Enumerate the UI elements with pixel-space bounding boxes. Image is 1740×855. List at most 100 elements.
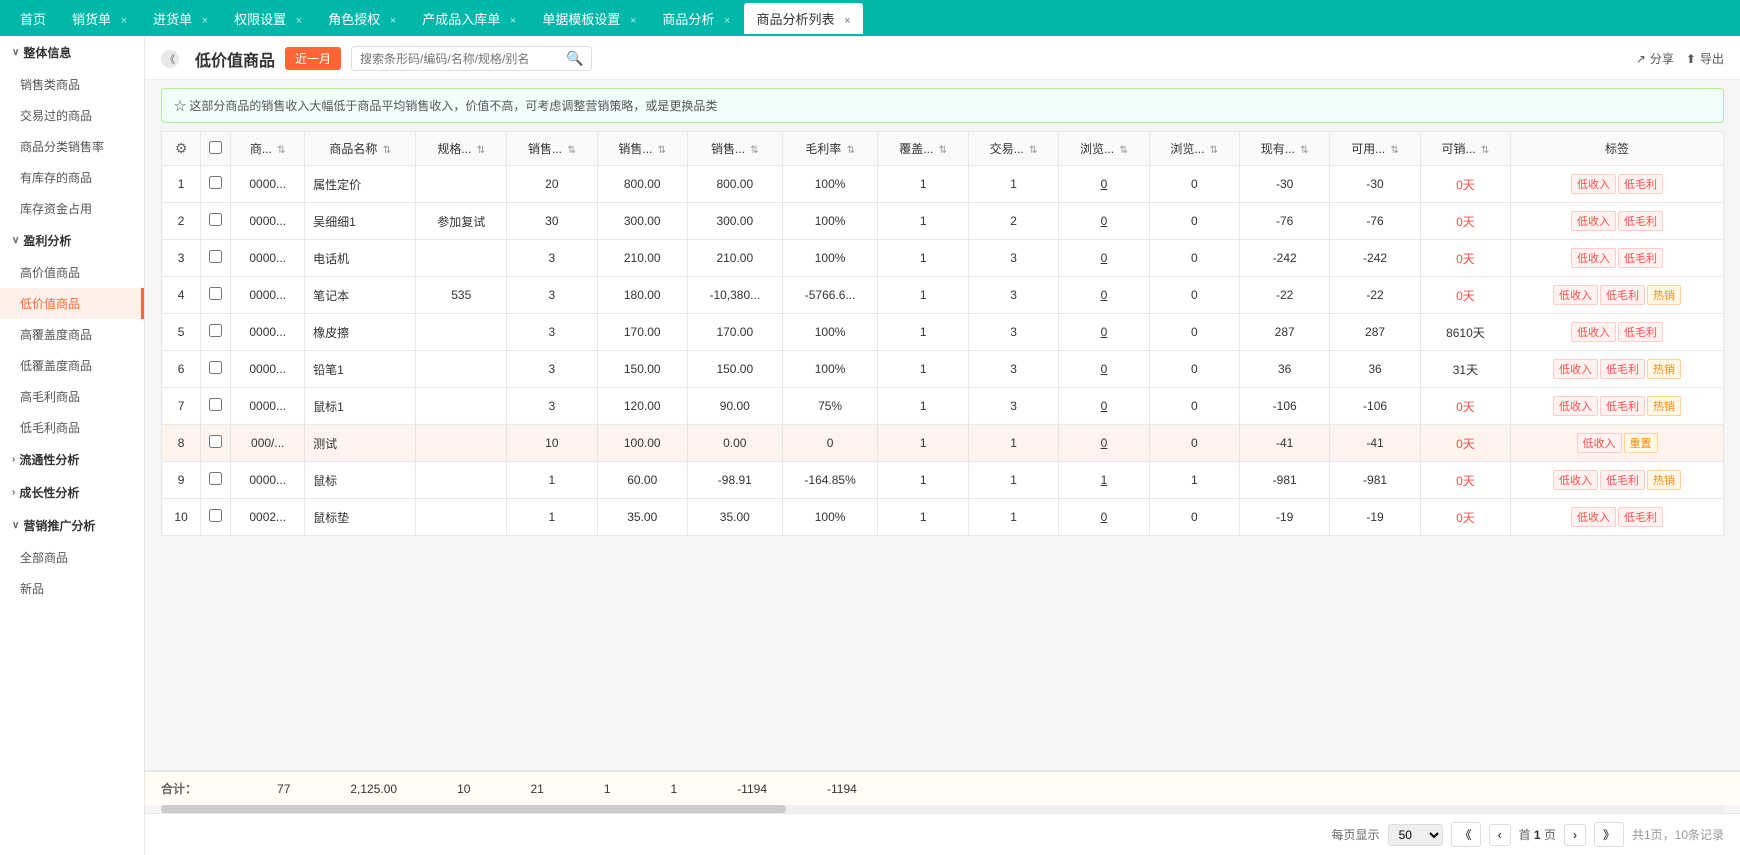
cell-browse1[interactable]: 0 bbox=[1059, 425, 1149, 462]
nav-sales-close[interactable]: × bbox=[121, 15, 127, 27]
col-sellable[interactable]: 可销... ⇅ bbox=[1420, 132, 1510, 166]
page-size-select[interactable]: 50 100 200 bbox=[1388, 824, 1443, 846]
sidebar-item-low-value[interactable]: 低价值商品 bbox=[0, 288, 144, 319]
col-trade[interactable]: 交易... ⇅ bbox=[968, 132, 1058, 166]
search-input[interactable] bbox=[360, 52, 560, 66]
row-checkbox[interactable] bbox=[209, 435, 222, 448]
nav-template[interactable]: 单据模板设置 × bbox=[530, 3, 648, 34]
cell-checkbox[interactable] bbox=[201, 425, 231, 462]
export-button[interactable]: ⬆ 导出 bbox=[1686, 50, 1724, 67]
col-sale3[interactable]: 销售... ⇅ bbox=[687, 132, 782, 166]
cell-checkbox[interactable] bbox=[201, 462, 231, 499]
row-checkbox[interactable] bbox=[209, 324, 222, 337]
browse1-link[interactable]: 0 bbox=[1101, 251, 1108, 265]
sidebar-item-stocked-products[interactable]: 有库存的商品 bbox=[0, 162, 144, 193]
share-button[interactable]: ↗ 分享 bbox=[1636, 50, 1674, 67]
col-sale1[interactable]: 销售... ⇅ bbox=[507, 132, 597, 166]
search-icon[interactable]: 🔍 bbox=[566, 50, 583, 67]
nav-permissions-close[interactable]: × bbox=[296, 15, 302, 27]
browse1-link[interactable]: 1 bbox=[1101, 473, 1108, 487]
sidebar-section-marketing[interactable]: ∨ 营销推广分析 bbox=[0, 509, 144, 542]
row-checkbox[interactable] bbox=[209, 398, 222, 411]
col-current[interactable]: 现有... ⇅ bbox=[1239, 132, 1329, 166]
nav-template-close[interactable]: × bbox=[630, 15, 636, 27]
cell-checkbox[interactable] bbox=[201, 351, 231, 388]
cell-browse1[interactable]: 0 bbox=[1059, 314, 1149, 351]
col-checkbox[interactable] bbox=[201, 132, 231, 166]
nav-home[interactable]: 首页 bbox=[8, 3, 58, 34]
cell-browse1[interactable]: 0 bbox=[1059, 240, 1149, 277]
sidebar-item-stock-capital[interactable]: 库存资金占用 bbox=[0, 193, 144, 224]
col-sale2[interactable]: 销售... ⇅ bbox=[597, 132, 687, 166]
sidebar-item-all-products[interactable]: 全部商品 bbox=[0, 542, 144, 573]
sidebar-item-high-value[interactable]: 高价值商品 bbox=[0, 257, 144, 288]
browse1-link[interactable]: 0 bbox=[1101, 362, 1108, 376]
sidebar-item-high-coverage[interactable]: 高覆盖度商品 bbox=[0, 319, 144, 350]
col-id[interactable]: 商... ⇅ bbox=[231, 132, 305, 166]
row-checkbox[interactable] bbox=[209, 176, 222, 189]
sidebar-item-low-coverage[interactable]: 低覆盖度商品 bbox=[0, 350, 144, 381]
nav-analysis-list[interactable]: 商品分析列表 × bbox=[744, 3, 862, 34]
cell-checkbox[interactable] bbox=[201, 166, 231, 203]
cell-checkbox[interactable] bbox=[201, 203, 231, 240]
sidebar-section-profit[interactable]: ∨ 盈利分析 bbox=[0, 224, 144, 257]
select-all-checkbox[interactable] bbox=[209, 141, 222, 154]
browse1-link[interactable]: 0 bbox=[1101, 214, 1108, 228]
col-name[interactable]: 商品名称 ⇅ bbox=[305, 132, 416, 166]
nav-purchase[interactable]: 进货单 × bbox=[141, 3, 220, 34]
cell-browse1[interactable]: 0 bbox=[1059, 499, 1149, 536]
row-checkbox[interactable] bbox=[209, 213, 222, 226]
nav-permissions[interactable]: 权限设置 × bbox=[222, 3, 314, 34]
row-checkbox[interactable] bbox=[209, 287, 222, 300]
row-checkbox[interactable] bbox=[209, 509, 222, 522]
cell-checkbox[interactable] bbox=[201, 240, 231, 277]
sidebar-item-traded-products[interactable]: 交易过的商品 bbox=[0, 100, 144, 131]
nav-analysis-list-close[interactable]: × bbox=[844, 15, 850, 27]
collapse-sidebar-button[interactable]: 《 bbox=[161, 50, 179, 68]
browse1-link[interactable]: 0 bbox=[1101, 399, 1108, 413]
cell-browse1[interactable]: 0 bbox=[1059, 166, 1149, 203]
sidebar-item-new-products[interactable]: 新品 bbox=[0, 573, 144, 604]
row-checkbox[interactable] bbox=[209, 472, 222, 485]
cell-checkbox[interactable] bbox=[201, 499, 231, 536]
browse1-link[interactable]: 0 bbox=[1101, 436, 1108, 450]
sidebar-item-category-sales[interactable]: 商品分类销售率 bbox=[0, 131, 144, 162]
cell-checkbox[interactable] bbox=[201, 314, 231, 351]
col-settings[interactable]: ⚙ bbox=[162, 132, 201, 166]
cell-browse1[interactable]: 1 bbox=[1059, 462, 1149, 499]
cell-checkbox[interactable] bbox=[201, 277, 231, 314]
cell-browse1[interactable]: 0 bbox=[1059, 277, 1149, 314]
sidebar-section-overview[interactable]: ∨ 整体信息 bbox=[0, 36, 144, 69]
nav-analysis[interactable]: 商品分析 × bbox=[650, 3, 742, 34]
col-margin[interactable]: 毛利率 ⇅ bbox=[782, 132, 878, 166]
nav-analysis-close[interactable]: × bbox=[724, 15, 730, 27]
nav-sales[interactable]: 销货单 × bbox=[60, 3, 139, 34]
sidebar-section-growth[interactable]: › 成长性分析 bbox=[0, 476, 144, 509]
first-page-button[interactable]: 《 bbox=[1451, 822, 1481, 847]
next-page-button[interactable]: › bbox=[1564, 824, 1586, 846]
nav-roles[interactable]: 角色授权 × bbox=[316, 3, 408, 34]
cell-checkbox[interactable] bbox=[201, 388, 231, 425]
cell-browse1[interactable]: 0 bbox=[1059, 203, 1149, 240]
browse1-link[interactable]: 0 bbox=[1101, 325, 1108, 339]
browse1-link[interactable]: 0 bbox=[1101, 177, 1108, 191]
col-usable[interactable]: 可用... ⇅ bbox=[1330, 132, 1420, 166]
sidebar-section-flow[interactable]: › 流通性分析 bbox=[0, 443, 144, 476]
cell-browse1[interactable]: 0 bbox=[1059, 351, 1149, 388]
sidebar-item-high-margin[interactable]: 高毛利商品 bbox=[0, 381, 144, 412]
col-coverage[interactable]: 覆盖... ⇅ bbox=[878, 132, 968, 166]
nav-production-close[interactable]: × bbox=[510, 15, 516, 27]
col-browse1[interactable]: 浏览... ⇅ bbox=[1059, 132, 1149, 166]
sidebar-item-sales-products[interactable]: 销售类商品 bbox=[0, 69, 144, 100]
prev-page-button[interactable]: ‹ bbox=[1489, 824, 1511, 846]
nav-roles-close[interactable]: × bbox=[390, 15, 396, 27]
filter-period-button[interactable]: 近一月 bbox=[285, 47, 341, 70]
browse1-link[interactable]: 0 bbox=[1101, 510, 1108, 524]
settings-icon[interactable]: ⚙ bbox=[175, 140, 188, 156]
nav-purchase-close[interactable]: × bbox=[202, 15, 208, 27]
sidebar-item-low-margin[interactable]: 低毛利商品 bbox=[0, 412, 144, 443]
col-tags[interactable]: 标签 bbox=[1511, 132, 1724, 166]
col-spec[interactable]: 规格... ⇅ bbox=[416, 132, 507, 166]
browse1-link[interactable]: 0 bbox=[1101, 288, 1108, 302]
row-checkbox[interactable] bbox=[209, 361, 222, 374]
